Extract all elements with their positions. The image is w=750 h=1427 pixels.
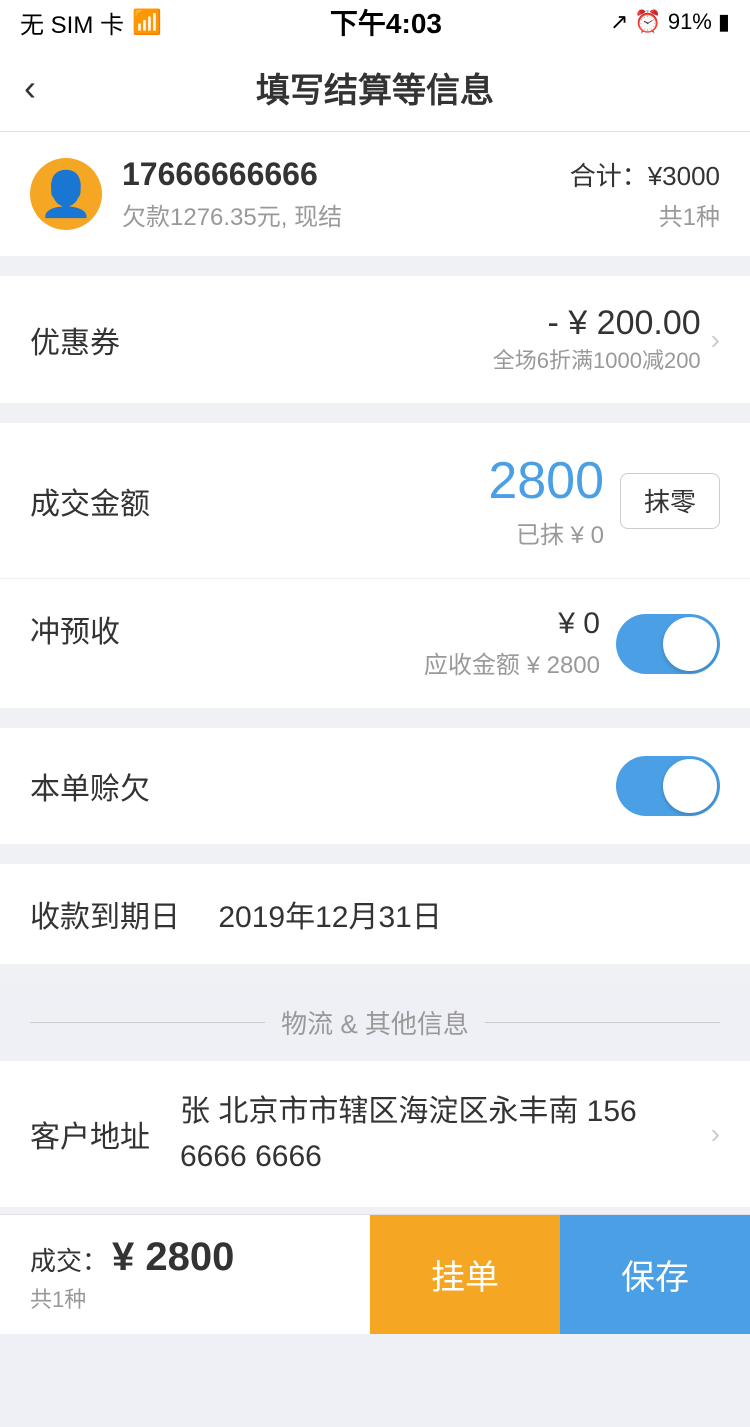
coupon-desc: 全场6折满1000减200: [493, 343, 701, 375]
prepayment-amount: ¥ 0: [424, 607, 600, 641]
deal-amount-value: 2800: [488, 451, 604, 511]
hold-button[interactable]: 挂单: [370, 1215, 560, 1334]
total-label: 合计：¥3000: [570, 156, 720, 193]
logistics-label: 物流 & 其他信息: [281, 1004, 469, 1041]
deferred-section: 本单赊欠: [0, 728, 750, 844]
deferred-toggle-knob: [663, 759, 717, 813]
bottom-summary-amount: ¥ 2800: [112, 1235, 234, 1280]
deferred-toggle[interactable]: [616, 756, 720, 816]
status-bar-right: ↗ ⏰ 91% ▮: [610, 9, 730, 35]
back-button[interactable]: ‹: [24, 67, 36, 109]
due-date-label: 收款到期日: [30, 901, 180, 934]
prepayment-row: 冲预收 ¥ 0 应收金额 ¥ 2800: [0, 579, 750, 708]
page-title: 填写结算等信息: [256, 63, 494, 112]
address-chevron-icon: ›: [711, 1118, 720, 1150]
bottom-summary-label: 成交：: [30, 1241, 108, 1278]
customer-info: 17666666666 欠款1276.35元, 现结: [122, 156, 342, 232]
customer-card: 👤 17666666666 欠款1276.35元, 现结 合计：¥3000 共1…: [0, 132, 750, 256]
save-button[interactable]: 保存: [560, 1215, 750, 1334]
prepayment-label: 冲预收: [30, 607, 120, 651]
deal-amount-label: 成交金额: [30, 479, 150, 523]
bottom-summary-count: 共1种: [30, 1282, 340, 1314]
bottom-bar: 成交： ¥ 2800 共1种 挂单 保存: [0, 1214, 750, 1334]
address-value: 张 北京市市辖区海淀区永丰南 156 6666 6666: [180, 1089, 695, 1179]
deal-amount-right: 2800 已抹 ¥ 0 抹零: [488, 451, 720, 550]
bottom-summary: 成交： ¥ 2800 共1种: [0, 1215, 370, 1334]
chevron-right-icon: ›: [711, 324, 720, 356]
amount-section: 成交金额 2800 已抹 ¥ 0 抹零 冲预收 ¥ 0 应收金额 ¥ 2800: [0, 423, 750, 708]
toggle-knob: [663, 617, 717, 671]
nav-bar: ‹ 填写结算等信息: [0, 44, 750, 132]
customer-sub: 欠款1276.35元, 现结: [122, 197, 342, 232]
coupon-row[interactable]: 优惠券 - ¥ 200.00 全场6折满1000减200 ›: [0, 276, 750, 403]
sep-line-left: [30, 1022, 265, 1023]
logistics-separator: 物流 & 其他信息: [0, 984, 750, 1061]
avatar-icon: 👤: [39, 168, 94, 220]
address-row[interactable]: 客户地址 张 北京市市辖区海淀区永丰南 156 6666 6666 ›: [0, 1061, 750, 1207]
status-bar-time: 下午4:03: [330, 2, 442, 42]
prepayment-toggle[interactable]: [616, 614, 720, 674]
sep-line-right: [485, 1022, 720, 1023]
due-date-value: 2019年12月31日: [218, 901, 441, 934]
customer-right: 合计：¥3000 共1种: [570, 156, 720, 232]
customer-phone: 17666666666: [122, 156, 342, 193]
sim-label: 无 SIM 卡: [20, 5, 124, 40]
customer-left: 👤 17666666666 欠款1276.35元, 现结: [30, 156, 342, 232]
due-date-row: 收款到期日 2019年12月31日: [0, 864, 750, 964]
deferred-row: 本单赊欠: [0, 728, 750, 844]
total-count: 共1种: [570, 197, 720, 232]
alarm-icon: ⏰: [634, 9, 661, 35]
prepayment-sub: 应收金额 ¥ 2800: [424, 645, 600, 680]
location-icon: ↗: [610, 9, 628, 35]
wifi-icon: 📶: [132, 8, 162, 37]
avatar: 👤: [30, 158, 102, 230]
status-bar: 无 SIM 卡 📶 下午4:03 ↗ ⏰ 91% ▮: [0, 0, 750, 44]
battery-label: 91%: [668, 9, 712, 35]
coupon-amount: - ¥ 200.00: [493, 304, 701, 343]
address-label: 客户地址: [30, 1112, 150, 1156]
battery-icon: ▮: [718, 9, 730, 35]
round-zero-button[interactable]: 抹零: [620, 473, 720, 529]
prepayment-right: ¥ 0 应收金额 ¥ 2800: [424, 607, 720, 680]
deal-amount-row: 成交金额 2800 已抹 ¥ 0 抹零: [0, 423, 750, 579]
deferred-label: 本单赊欠: [30, 764, 150, 808]
coupon-label: 优惠券: [30, 318, 120, 362]
coupon-right: - ¥ 200.00 全场6折满1000减200 ›: [493, 304, 720, 375]
status-bar-left: 无 SIM 卡 📶: [20, 5, 162, 40]
deal-amount-sub: 已抹 ¥ 0: [488, 515, 604, 550]
